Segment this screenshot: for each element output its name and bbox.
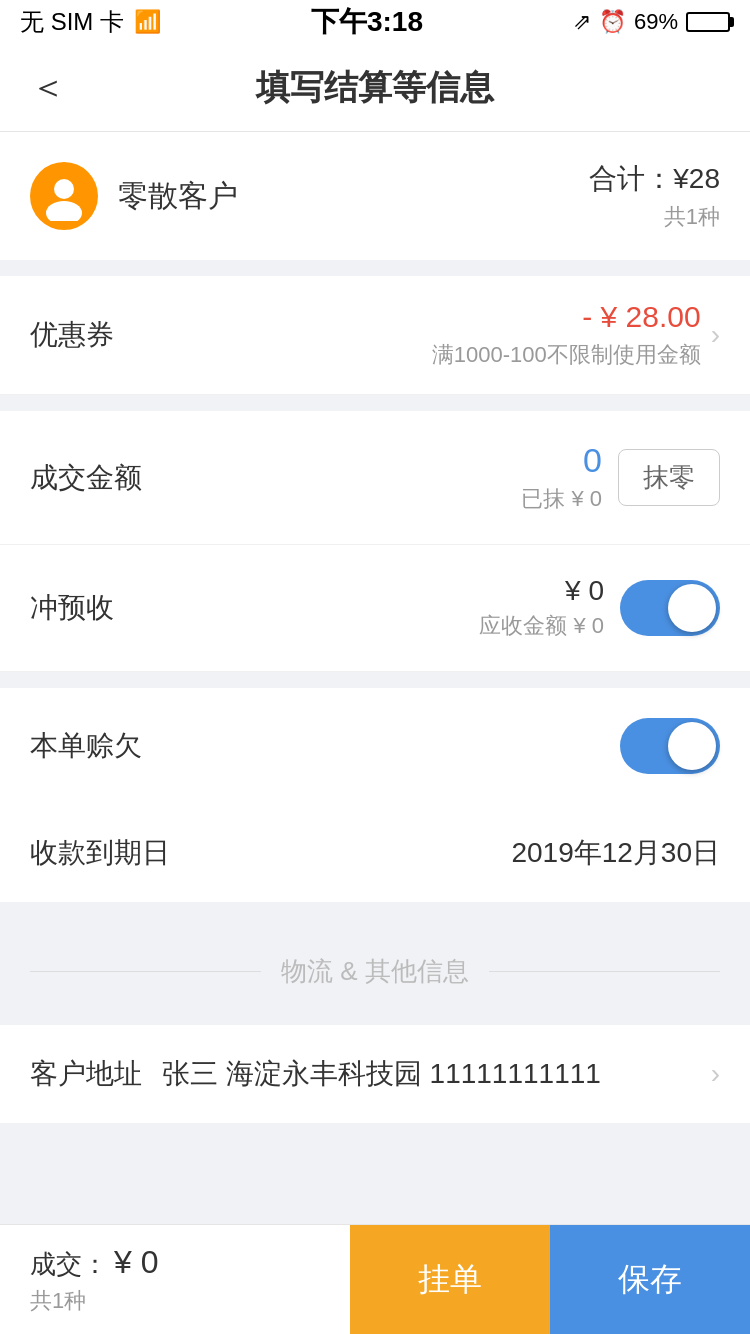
coupon-section: 优惠券 - ¥ 28.00 满1000-100不限制使用金额 › <box>0 276 750 395</box>
address-chevron-icon: › <box>711 1058 720 1090</box>
coupon-discount: - ¥ 28.00 <box>432 300 701 334</box>
space-after-logistics <box>0 1009 750 1025</box>
logistics-label: 物流 & 其他信息 <box>281 954 469 989</box>
save-button[interactable]: 保存 <box>550 1225 750 1335</box>
advance-row: 冲预收 ¥ 0 应收金额 ¥ 0 <box>0 545 750 672</box>
debt-toggle-knob <box>668 722 716 770</box>
status-time: 下午3:18 <box>311 3 423 41</box>
bottom-info: 成交： ¥ 0 共1种 <box>0 1244 350 1316</box>
carrier-text: 无 SIM 卡 <box>20 6 124 38</box>
coupon-chevron-icon: › <box>711 319 720 351</box>
debt-label: 本单赊欠 <box>30 727 142 765</box>
page-title: 填写结算等信息 <box>256 65 494 111</box>
coupon-row[interactable]: 优惠券 - ¥ 28.00 满1000-100不限制使用金额 › <box>0 276 750 395</box>
space-before-logistics <box>0 918 750 934</box>
address-row[interactable]: 客户地址 张三 海淀永丰科技园 11111111111 › <box>0 1025 750 1123</box>
customer-total: 合计：¥28 共1种 <box>589 160 720 232</box>
alarm-icon: ⏰ <box>599 9 626 35</box>
customer-name: 零散客户 <box>118 176 238 217</box>
address-section: 客户地址 张三 海淀永丰科技园 11111111111 › <box>0 1025 750 1123</box>
transaction-amount-col: 0 已抹 ¥ 0 <box>521 441 602 514</box>
total-count: 共1种 <box>589 202 720 232</box>
total-amount: 合计：¥28 <box>589 160 720 198</box>
coupon-desc: 满1000-100不限制使用金额 <box>432 340 701 370</box>
advance-toggle[interactable] <box>620 580 720 636</box>
advance-sub: 应收金额 ¥ 0 <box>479 611 604 641</box>
coupon-info: - ¥ 28.00 满1000-100不限制使用金额 <box>432 300 701 370</box>
transaction-label: 成交金额 <box>30 459 142 497</box>
due-date-label: 收款到期日 <box>30 834 170 872</box>
bottom-count: 共1种 <box>30 1286 320 1316</box>
coupon-label: 优惠券 <box>30 316 114 354</box>
battery-icon <box>686 12 730 32</box>
due-date-row: 收款到期日 2019年12月30日 <box>0 804 750 902</box>
bottom-amount: ¥ 0 <box>114 1244 158 1281</box>
bottom-trans-label: 成交： <box>30 1247 108 1282</box>
location-icon: ⇗ <box>573 9 591 35</box>
transaction-row: 成交金额 0 已抹 ¥ 0 抹零 <box>0 411 750 545</box>
transaction-section: 成交金额 0 已抹 ¥ 0 抹零 冲预收 ¥ 0 应收金额 ¥ 0 <box>0 411 750 672</box>
wifi-icon: 📶 <box>134 9 161 35</box>
status-right: ⇗ ⏰ 69% <box>573 9 730 35</box>
avatar <box>30 162 98 230</box>
advance-right: ¥ 0 应收金额 ¥ 0 <box>479 575 720 641</box>
nav-bar: ＜ 填写结算等信息 <box>0 44 750 132</box>
debt-row: 本单赊欠 <box>0 688 750 804</box>
status-left: 无 SIM 卡 📶 <box>20 6 161 38</box>
transaction-sub: 已抹 ¥ 0 <box>521 484 602 514</box>
customer-row: 零散客户 合计：¥28 共1种 <box>0 132 750 260</box>
advance-amount-col: ¥ 0 应收金额 ¥ 0 <box>479 575 604 641</box>
address-value: 张三 海淀永丰科技园 11111111111 <box>162 1055 711 1093</box>
round-off-button[interactable]: 抹零 <box>618 449 720 506</box>
svg-point-0 <box>54 179 74 199</box>
transaction-right: 0 已抹 ¥ 0 抹零 <box>521 441 720 514</box>
advance-label: 冲预收 <box>30 589 114 627</box>
back-button[interactable]: ＜ <box>30 63 66 112</box>
address-label: 客户地址 <box>30 1055 142 1093</box>
customer-info: 零散客户 <box>30 162 238 230</box>
status-bar: 无 SIM 卡 📶 下午3:18 ⇗ ⏰ 69% <box>0 0 750 44</box>
toggle-knob <box>668 584 716 632</box>
advance-amount: ¥ 0 <box>479 575 604 607</box>
content: 零散客户 合计：¥28 共1种 优惠券 - ¥ 28.00 满1000-100不… <box>0 132 750 1259</box>
battery-percentage: 69% <box>634 9 678 35</box>
transaction-value: 0 <box>521 441 602 480</box>
hang-button[interactable]: 挂单 <box>350 1225 550 1335</box>
debt-section: 本单赊欠 收款到期日 2019年12月30日 <box>0 688 750 902</box>
due-date-value: 2019年12月30日 <box>511 834 720 872</box>
logistics-divider: 物流 & 其他信息 <box>0 934 750 1009</box>
svg-point-1 <box>46 201 82 221</box>
bottom-bar: 成交： ¥ 0 共1种 挂单 保存 <box>0 1224 750 1334</box>
debt-toggle[interactable] <box>620 718 720 774</box>
